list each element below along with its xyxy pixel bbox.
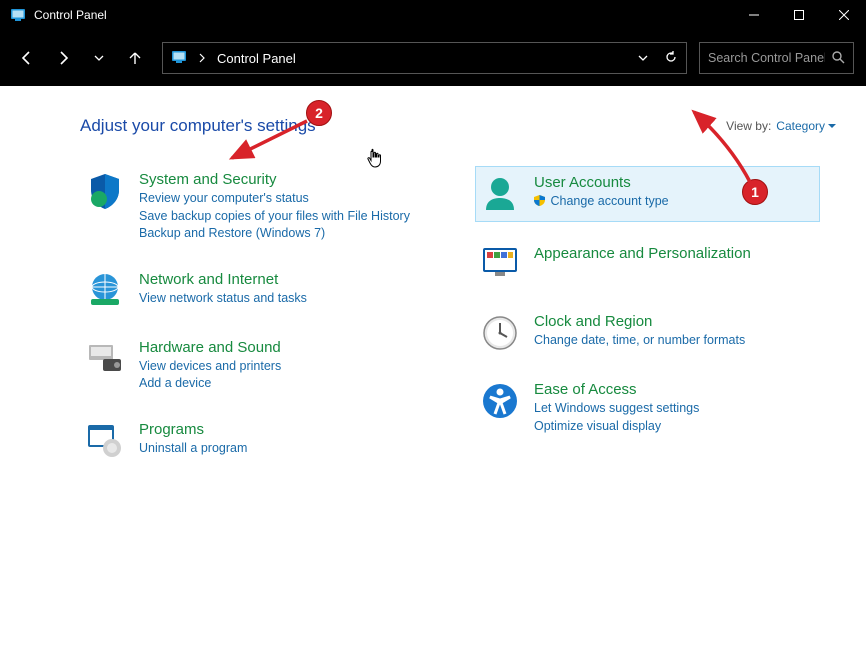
category-system-security: System and Security Review your computer… — [80, 166, 425, 248]
category-user-accounts[interactable]: User Accounts Change account type — [475, 166, 820, 222]
settings-title: Adjust your computer's settings — [80, 116, 316, 136]
refresh-button[interactable] — [664, 50, 678, 67]
titlebar-title: Control Panel — [34, 8, 731, 22]
toolbar: Control Panel — [0, 30, 866, 86]
shield-icon — [85, 171, 125, 211]
link-optimize-visual[interactable]: Optimize visual display — [534, 418, 815, 436]
annotation-badge-1: 1 — [742, 179, 768, 205]
category-clock-region: Clock and Region Change date, time, or n… — [475, 308, 820, 358]
category-ease-of-access: Ease of Access Let Windows suggest setti… — [475, 376, 820, 440]
search-icon[interactable] — [831, 50, 845, 67]
link-suggest-settings[interactable]: Let Windows suggest settings — [534, 400, 815, 418]
search-input[interactable] — [708, 51, 825, 65]
view-by-label: View by: — [726, 119, 771, 133]
control-panel-icon — [10, 7, 26, 23]
uac-shield-icon — [534, 194, 545, 205]
category-title-ease-of-access[interactable]: Ease of Access — [534, 381, 815, 398]
link-change-account-type[interactable]: Change account type — [534, 193, 815, 211]
link-network-status[interactable]: View network status and tasks — [139, 290, 420, 308]
view-by-dropdown[interactable]: Category — [776, 119, 836, 133]
recent-menu-button[interactable] — [84, 43, 114, 73]
link-add-device[interactable]: Add a device — [139, 375, 420, 393]
category-title-hardware-sound[interactable]: Hardware and Sound — [139, 339, 420, 356]
annotation-badge-2: 2 — [306, 100, 332, 126]
back-button[interactable] — [12, 43, 42, 73]
chevron-right-icon — [198, 51, 206, 66]
caret-down-icon — [828, 122, 836, 130]
minimize-button[interactable] — [731, 0, 776, 30]
category-title-appearance-personalization[interactable]: Appearance and Personalization — [534, 245, 815, 262]
category-appearance-personalization: Appearance and Personalization — [475, 240, 820, 290]
link-review-status[interactable]: Review your computer's status — [139, 190, 420, 208]
close-button[interactable] — [821, 0, 866, 30]
link-file-history[interactable]: Save backup copies of your files with Fi… — [139, 208, 420, 226]
category-title-programs[interactable]: Programs — [139, 421, 420, 438]
programs-icon — [85, 421, 125, 461]
address-bar[interactable]: Control Panel — [162, 42, 687, 74]
address-dropdown-button[interactable] — [638, 51, 648, 66]
category-title-clock-region[interactable]: Clock and Region — [534, 313, 815, 330]
monitor-icon — [480, 245, 520, 285]
breadcrumb-item[interactable]: Control Panel — [217, 51, 296, 66]
titlebar: Control Panel — [0, 0, 866, 30]
globe-icon — [85, 271, 125, 311]
link-change-date-time[interactable]: Change date, time, or number formats — [534, 332, 815, 350]
search-bar[interactable] — [699, 42, 854, 74]
category-network-internet: Network and Internet View network status… — [80, 266, 425, 316]
up-button[interactable] — [120, 43, 150, 73]
link-uninstall-program[interactable]: Uninstall a program — [139, 440, 420, 458]
link-devices-printers[interactable]: View devices and printers — [139, 358, 420, 376]
category-title-system-security[interactable]: System and Security — [139, 171, 420, 188]
link-backup-restore[interactable]: Backup and Restore (Windows 7) — [139, 225, 420, 243]
category-programs: Programs Uninstall a program — [80, 416, 425, 466]
control-panel-breadcrumb-icon — [171, 49, 187, 68]
maximize-button[interactable] — [776, 0, 821, 30]
category-hardware-sound: Hardware and Sound View devices and prin… — [80, 334, 425, 398]
user-icon — [480, 174, 520, 214]
clock-icon — [480, 313, 520, 353]
category-title-user-accounts[interactable]: User Accounts — [534, 174, 815, 191]
forward-button[interactable] — [48, 43, 78, 73]
printer-icon — [85, 339, 125, 379]
category-title-network-internet[interactable]: Network and Internet — [139, 271, 420, 288]
accessibility-icon — [480, 381, 520, 421]
